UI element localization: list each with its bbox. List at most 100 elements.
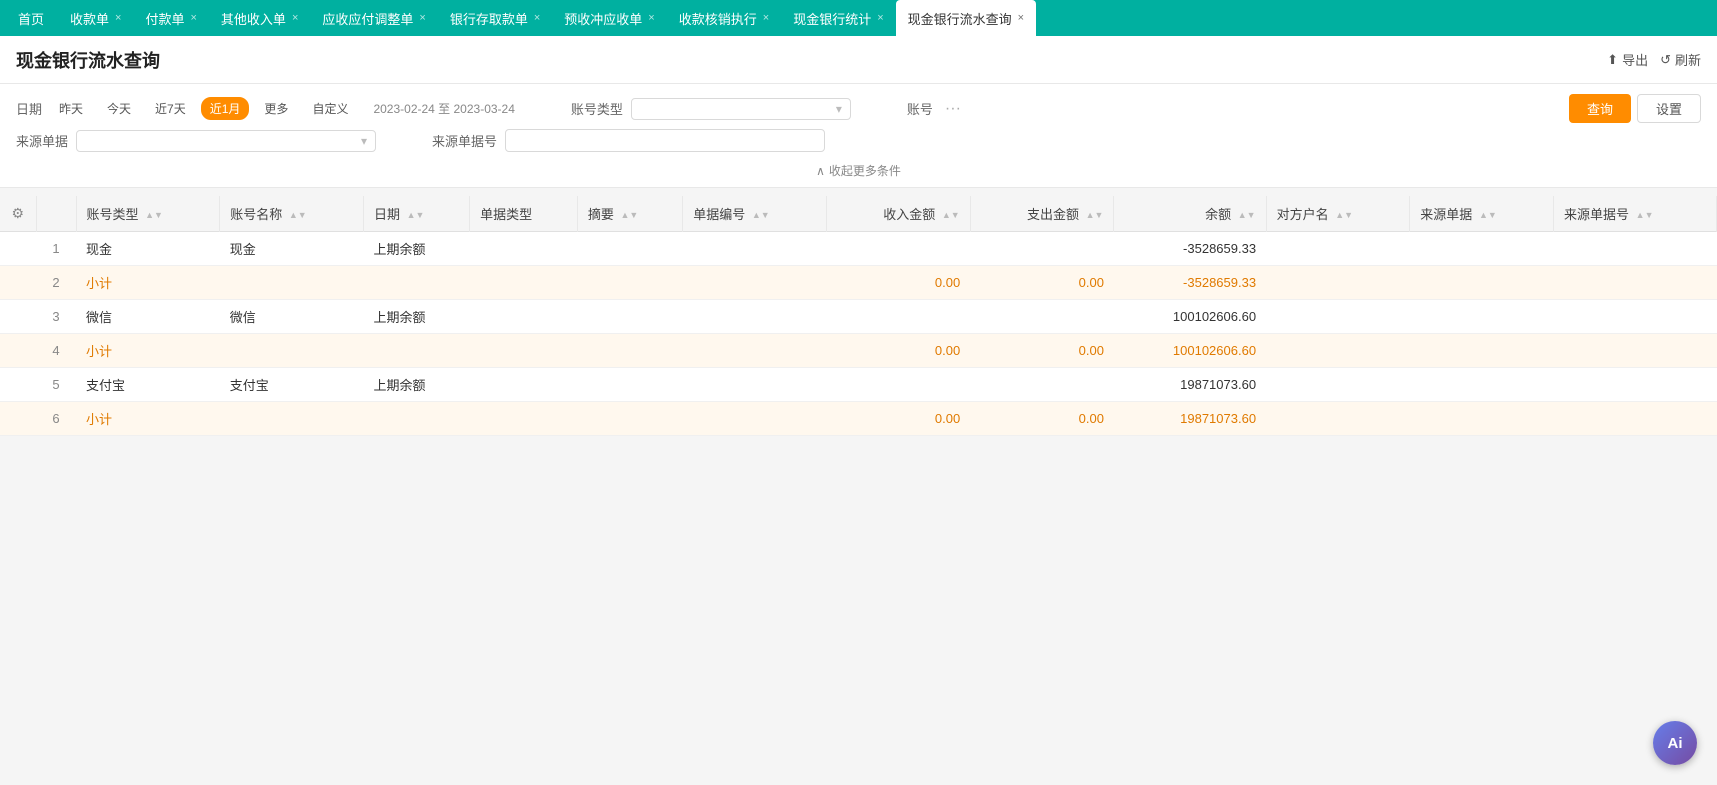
cell-account-name: 现金 <box>220 232 364 266</box>
col-expense[interactable]: 支出金额 ▲▼ <box>970 196 1114 232</box>
export-button[interactable]: ⬆ 导出 <box>1607 50 1648 69</box>
table-row: 4小计0.000.00100102606.60 <box>0 334 1717 368</box>
cell-balance: -3528659.33 <box>1114 266 1266 300</box>
nav-tab-1[interactable]: 付款单 × <box>133 0 208 36</box>
cell-balance: 100102606.60 <box>1114 334 1266 368</box>
cell-date <box>363 334 469 368</box>
close-icon[interactable]: × <box>419 12 425 24</box>
col-source-doc-no[interactable]: 来源单据号 ▲▼ <box>1554 196 1717 232</box>
col-doc-no[interactable]: 单据编号 ▲▼ <box>683 196 827 232</box>
cell-num: 3 <box>36 300 76 334</box>
nav-tab-5[interactable]: 预收冲应收单 × <box>552 0 666 36</box>
table-row: 1现金现金上期余额-3528659.33 <box>0 232 1717 266</box>
cell-expense: 0.00 <box>970 402 1114 436</box>
filter-row-1: 日期 昨天 今天 近7天 近1月 更多 自定义 2023-02-24 至 202… <box>16 94 1701 123</box>
account-type-label: 账号类型 <box>571 99 623 118</box>
cell-num: 4 <box>36 334 76 368</box>
collapse-bar[interactable]: ∧ 收起更多条件 <box>16 158 1701 179</box>
cell-doc-type <box>470 300 578 334</box>
refresh-button[interactable]: ↺ 刷新 <box>1660 50 1701 69</box>
cell-account-name: 支付宝 <box>220 368 364 402</box>
cell-source-doc-no <box>1554 232 1717 266</box>
cell-income <box>826 232 970 266</box>
cell-account-type: 小计 <box>76 402 220 436</box>
col-source-doc[interactable]: 来源单据 ▲▼ <box>1410 196 1554 232</box>
close-icon[interactable]: × <box>534 12 540 24</box>
cell-account-type: 支付宝 <box>76 368 220 402</box>
close-icon[interactable]: × <box>190 12 196 24</box>
close-icon[interactable]: × <box>115 12 121 24</box>
nav-tab-3[interactable]: 应收应付调整单 × <box>310 0 437 36</box>
date-more[interactable]: 更多 <box>255 97 297 120</box>
cell-expense <box>970 368 1114 402</box>
table-row: 6小计0.000.0019871073.60 <box>0 402 1717 436</box>
sort-icon: ▲▼ <box>289 211 307 220</box>
close-icon[interactable]: × <box>1018 12 1024 24</box>
cell-source-doc <box>1410 266 1554 300</box>
date-custom[interactable]: 自定义 <box>303 97 357 120</box>
close-icon[interactable]: × <box>877 12 883 24</box>
cell-doc-no <box>683 232 827 266</box>
cell-balance: 19871073.60 <box>1114 402 1266 436</box>
action-buttons: 查询 设置 <box>1569 94 1701 123</box>
cell-expense: 0.00 <box>970 266 1114 300</box>
cell-source-doc-no <box>1554 368 1717 402</box>
cell-account-name: 微信 <box>220 300 364 334</box>
source-doc-no-input[interactable] <box>505 129 825 152</box>
settings-gear-icon[interactable]: ⚙ <box>11 205 24 221</box>
close-icon[interactable]: × <box>763 12 769 24</box>
account-dots[interactable]: ··· <box>941 100 965 118</box>
settings-button[interactable]: 设置 <box>1637 94 1701 123</box>
source-doc-select[interactable]: ▾ <box>76 130 376 152</box>
cell-date <box>363 402 469 436</box>
date-today[interactable]: 今天 <box>98 97 140 120</box>
cell-source-doc <box>1410 334 1554 368</box>
close-icon[interactable]: × <box>648 12 654 24</box>
col-date[interactable]: 日期 ▲▼ <box>363 196 469 232</box>
date-7days[interactable]: 近7天 <box>146 97 195 120</box>
cell-expense <box>970 300 1114 334</box>
col-doc-type[interactable]: 单据类型 <box>470 196 578 232</box>
cell-counterparty <box>1266 402 1410 436</box>
nav-tab-6[interactable]: 收款核销执行 × <box>667 0 781 36</box>
query-button[interactable]: 查询 <box>1569 94 1631 123</box>
cell-income <box>826 368 970 402</box>
date-1month[interactable]: 近1月 <box>201 97 250 120</box>
table-container: ⚙ 账号类型 ▲▼ 账号名称 ▲▼ 日期 ▲▼ 单据类型 <box>0 196 1717 436</box>
account-type-select[interactable]: ▾ <box>631 98 851 120</box>
cell-income: 0.00 <box>826 266 970 300</box>
data-table: ⚙ 账号类型 ▲▼ 账号名称 ▲▼ 日期 ▲▼ 单据类型 <box>0 196 1717 436</box>
cell-balance: 100102606.60 <box>1114 300 1266 334</box>
col-balance[interactable]: 余额 ▲▼ <box>1114 196 1266 232</box>
date-filter-item: 日期 昨天 今天 近7天 近1月 更多 自定义 2023-02-24 至 202… <box>16 97 515 120</box>
cell-source-doc <box>1410 402 1554 436</box>
col-account-type[interactable]: 账号类型 ▲▼ <box>76 196 220 232</box>
cell-num: 5 <box>36 368 76 402</box>
date-yesterday[interactable]: 昨天 <box>50 97 92 120</box>
close-icon[interactable]: × <box>292 12 298 24</box>
col-account-name[interactable]: 账号名称 ▲▼ <box>220 196 364 232</box>
cell-source-doc-no <box>1554 402 1717 436</box>
col-summary[interactable]: 摘要 ▲▼ <box>577 196 682 232</box>
nav-tab-8[interactable]: 现金银行流水查询 × <box>896 0 1036 36</box>
nav-tab-2[interactable]: 其他收入单 × <box>209 0 310 36</box>
page-header: 现金银行流水查询 ⬆ 导出 ↺ 刷新 <box>0 36 1717 84</box>
ai-assistant-button[interactable]: Ai <box>1653 721 1697 765</box>
cell-income: 0.00 <box>826 334 970 368</box>
nav-tab-4[interactable]: 银行存取款单 × <box>438 0 552 36</box>
nav-tab-7[interactable]: 现金银行统计 × <box>781 0 895 36</box>
nav-home[interactable]: 首页 <box>4 0 58 36</box>
source-doc-no-label: 来源单据号 <box>432 131 497 150</box>
chevron-down-icon: ▾ <box>836 102 842 116</box>
nav-tab-0[interactable]: 收款单 × <box>58 0 133 36</box>
cell-source-doc <box>1410 368 1554 402</box>
cell-doc-type <box>470 368 578 402</box>
date-label: 日期 <box>16 99 42 118</box>
col-income[interactable]: 收入金额 ▲▼ <box>826 196 970 232</box>
chevron-down-icon-2: ▾ <box>361 134 367 148</box>
col-counterparty[interactable]: 对方户名 ▲▼ <box>1266 196 1410 232</box>
cell-num: 1 <box>36 232 76 266</box>
date-options: 昨天 今天 近7天 近1月 更多 自定义 <box>50 97 357 120</box>
cell-date: 上期余额 <box>363 368 469 402</box>
cell-date: 上期余额 <box>363 232 469 266</box>
